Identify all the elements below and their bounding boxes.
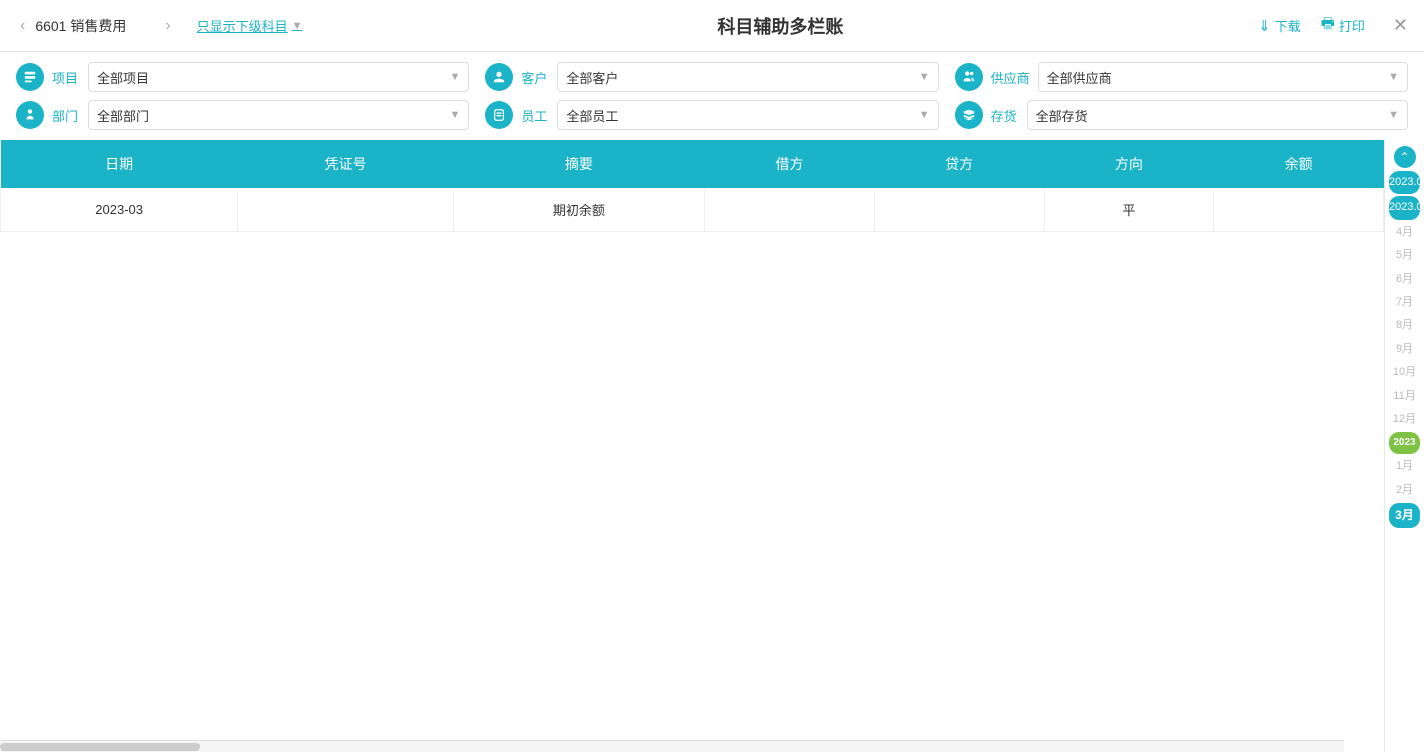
cell-direction: 平 — [1044, 188, 1214, 232]
employee-label: 员工 — [521, 106, 549, 125]
supplier-select[interactable]: 全部供应商 ▼ — [1038, 62, 1408, 92]
download-button[interactable]: ⇓ 下载 — [1258, 16, 1301, 35]
main-window: ‹ 6601 销售费用 › 只显示下级科目 ▼ 科目辅助多栏账 ⇓ 下载 🖶 打… — [0, 0, 1424, 752]
customer-select[interactable]: 全部客户 ▼ — [557, 62, 938, 92]
department-value: 全部部门 — [97, 106, 149, 125]
department-dropdown-arrow: ▼ — [449, 109, 460, 121]
cell-voucher — [238, 188, 453, 232]
print-icon: 🖶 — [1321, 13, 1335, 38]
project-select[interactable]: 全部项目 ▼ — [88, 62, 469, 92]
col-credit: 贷方 — [874, 140, 1044, 188]
project-dropdown-arrow: ▼ — [449, 71, 460, 83]
timeline-5[interactable]: 5月 — [1385, 244, 1424, 267]
timeline-1[interactable]: 1月 — [1385, 455, 1424, 478]
employee-select[interactable]: 全部员工 ▼ — [557, 100, 938, 130]
cell-balance — [1214, 188, 1384, 232]
prev-arrow[interactable]: ‹ — [16, 15, 29, 37]
top-bar: ‹ 6601 销售费用 › 只显示下级科目 ▼ 科目辅助多栏账 ⇓ 下载 🖶 打… — [0, 0, 1424, 52]
timeline-active-2[interactable]: 2023.03 — [1389, 196, 1420, 219]
timeline-9[interactable]: 9月 — [1385, 338, 1424, 361]
filter-area: 项目 全部项目 ▼ 客户 全部客户 ▼ 供应商 全部供应商 ▼ — [0, 52, 1424, 140]
timeline-active-1[interactable]: 2023.03 — [1389, 171, 1420, 194]
timeline-4[interactable]: 4月 — [1385, 221, 1424, 244]
timeline-7[interactable]: 7月 — [1385, 291, 1424, 314]
timeline-10[interactable]: 10月 — [1385, 361, 1424, 384]
filter-customer-row: 客户 全部客户 ▼ — [485, 62, 938, 92]
timeline-6[interactable]: 6月 — [1385, 268, 1424, 291]
top-actions: ⇓ 下载 🖶 打印 ✕ — [1258, 13, 1408, 38]
inventory-value: 全部存货 — [1036, 106, 1088, 125]
right-timeline: ⌃ 2023.03 2023.03 4月 5月 6月 7月 8月 9月 10月 … — [1384, 140, 1424, 752]
col-date: 日期 — [1, 140, 238, 188]
close-button[interactable]: ✕ — [1393, 15, 1408, 36]
department-icon — [16, 101, 44, 129]
customer-value: 全部客户 — [566, 68, 618, 87]
supplier-icon — [955, 63, 983, 91]
supplier-dropdown-arrow: ▼ — [1388, 71, 1399, 83]
cell-debit — [705, 188, 875, 232]
show-sub-label: 只显示下级科目 — [197, 16, 288, 35]
project-value: 全部项目 — [97, 68, 149, 87]
employee-dropdown-arrow: ▼ — [919, 109, 930, 121]
timeline-year-2023[interactable]: 2023 — [1389, 432, 1420, 454]
timeline-8[interactable]: 8月 — [1385, 314, 1424, 337]
timeline-3-current[interactable]: 3月 — [1389, 503, 1420, 528]
inventory-dropdown-arrow: ▼ — [1388, 109, 1399, 121]
table-row: 2023-03 期初余额 平 — [1, 188, 1384, 232]
nav-left: ‹ 6601 销售费用 › 只显示下级科目 ▼ — [16, 15, 303, 37]
department-label: 部门 — [52, 106, 80, 125]
filter-employee-row: 员工 全部员工 ▼ — [485, 100, 938, 130]
inventory-select[interactable]: 全部存货 ▼ — [1027, 100, 1408, 130]
col-direction: 方向 — [1044, 140, 1214, 188]
timeline-11[interactable]: 11月 — [1385, 385, 1424, 408]
download-icon: ⇓ — [1258, 17, 1271, 35]
show-sub-button[interactable]: 只显示下级科目 ▼ — [197, 16, 303, 35]
cell-summary: 期初余额 — [453, 188, 704, 232]
supplier-value: 全部供应商 — [1047, 68, 1112, 87]
table-container[interactable]: 日期 凭证号 摘要 借方 贷方 方向 余额 2023-03 期初余额 平 — [0, 140, 1384, 752]
customer-icon — [485, 63, 513, 91]
inventory-label: 存货 — [991, 106, 1019, 125]
timeline-2[interactable]: 2月 — [1385, 479, 1424, 502]
timeline-up-arrow[interactable]: ⌃ — [1394, 146, 1416, 168]
h-scrollbar[interactable] — [0, 740, 1344, 752]
table-header-row: 日期 凭证号 摘要 借方 贷方 方向 余额 — [1, 140, 1384, 188]
customer-dropdown-arrow: ▼ — [919, 71, 930, 83]
col-summary: 摘要 — [453, 140, 704, 188]
col-balance: 余额 — [1214, 140, 1384, 188]
col-debit: 借方 — [705, 140, 875, 188]
filter-inventory-row: 存货 全部存货 ▼ — [955, 100, 1408, 130]
filter-department-row: 部门 全部部门 ▼ — [16, 100, 469, 130]
employee-icon — [485, 101, 513, 129]
data-table: 日期 凭证号 摘要 借方 贷方 方向 余额 2023-03 期初余额 平 — [0, 140, 1384, 232]
timeline-12[interactable]: 12月 — [1385, 408, 1424, 431]
cell-date: 2023-03 — [1, 188, 238, 232]
employee-value: 全部员工 — [566, 106, 618, 125]
customer-label: 客户 — [521, 68, 549, 87]
print-button[interactable]: 🖶 打印 — [1321, 13, 1365, 38]
supplier-label: 供应商 — [991, 68, 1030, 87]
col-voucher: 凭证号 — [238, 140, 453, 188]
content-area: 日期 凭证号 摘要 借方 贷方 方向 余额 2023-03 期初余额 平 ⌃ 202… — [0, 140, 1424, 752]
page-title: 科目辅助多栏账 — [303, 13, 1259, 39]
print-label: 打印 — [1339, 16, 1365, 35]
department-select[interactable]: 全部部门 ▼ — [88, 100, 469, 130]
inventory-icon — [955, 101, 983, 129]
show-sub-dropdown-arrow: ▼ — [292, 20, 303, 32]
h-scrollbar-thumb — [0, 743, 200, 751]
project-label: 项目 — [52, 68, 80, 87]
next-arrow[interactable]: › — [161, 15, 174, 37]
filter-project-row: 项目 全部项目 ▼ — [16, 62, 469, 92]
project-icon — [16, 63, 44, 91]
download-label: 下载 — [1275, 16, 1301, 35]
cell-credit — [874, 188, 1044, 232]
account-code: 6601 销售费用 — [35, 16, 155, 36]
filter-supplier-row: 供应商 全部供应商 ▼ — [955, 62, 1408, 92]
